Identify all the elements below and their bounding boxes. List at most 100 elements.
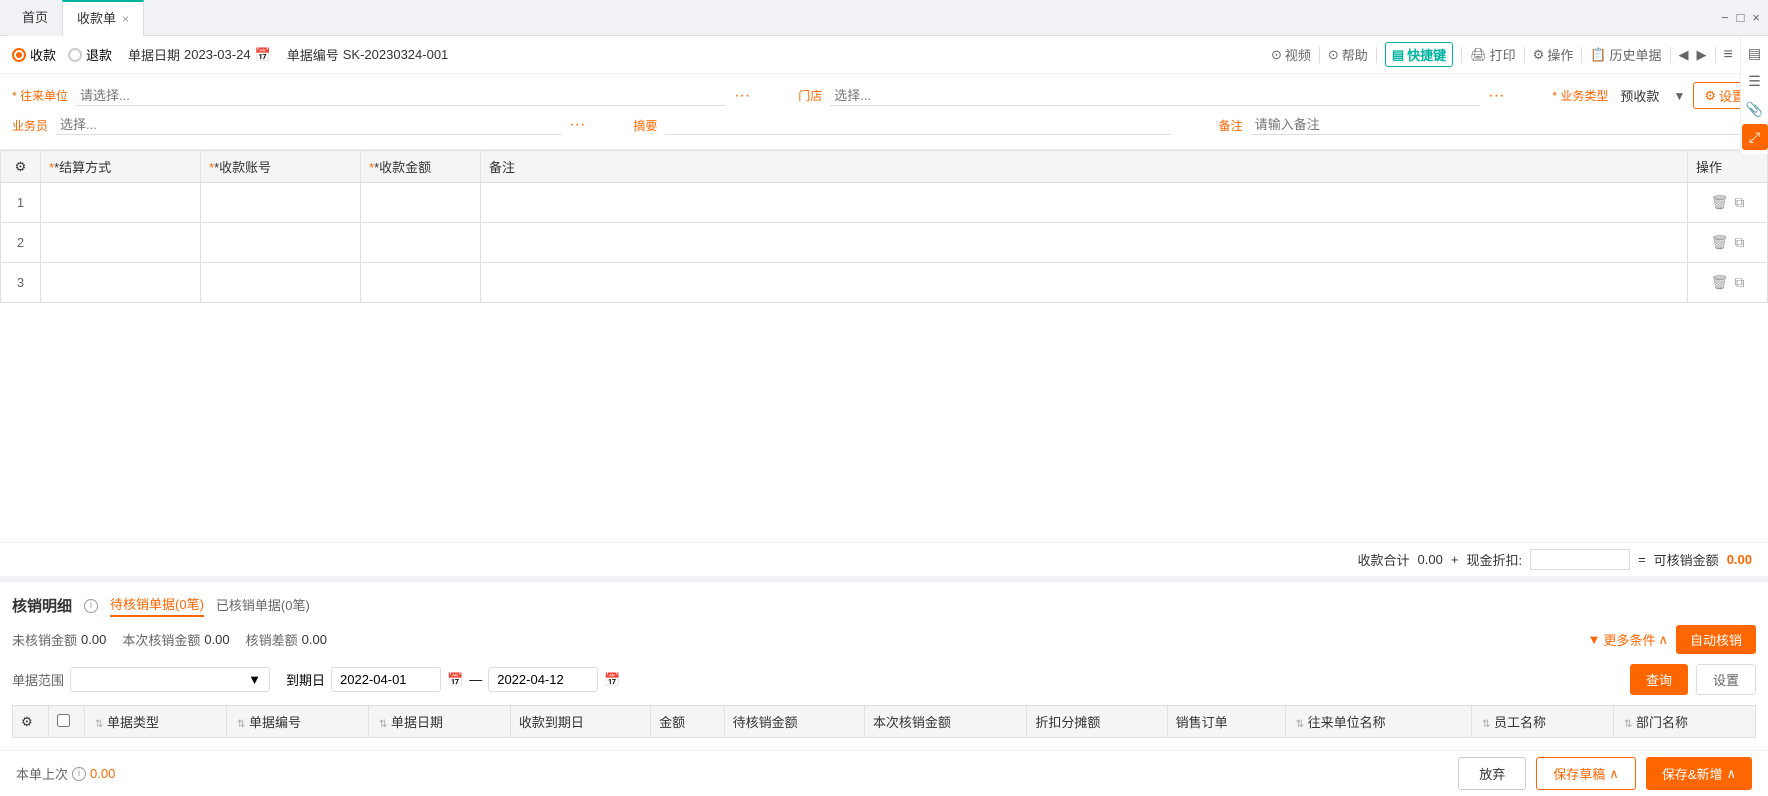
calendar-icon[interactable]: 📅 [255, 47, 271, 63]
store-label: 门店 [798, 87, 822, 104]
account-cell[interactable] [201, 183, 361, 223]
counterparty-input[interactable] [76, 86, 726, 106]
main-content: 收款 退款 单据日期 2023-03-24 📅 单据编号 SK-20230324… [0, 36, 1768, 796]
col-remark-th: 备注 [481, 151, 1688, 183]
staff-more-btn[interactable]: ··· [569, 116, 585, 134]
tab-receipt[interactable]: 收款单 × [62, 0, 144, 36]
net-label: 可核销金额 [1654, 550, 1719, 569]
shortcut-icon: ▤ [1392, 47, 1404, 63]
window-close-icon[interactable]: × [1752, 10, 1760, 25]
settings-icon: ⚙ [1704, 88, 1716, 104]
store-input[interactable] [830, 86, 1480, 106]
settlement-cell[interactable] [41, 263, 201, 303]
copy-row-icon[interactable]: ⧉ [1734, 234, 1744, 251]
shortcut-btn[interactable]: ▤ 快捷键 [1385, 42, 1453, 67]
remark-cell[interactable] [481, 223, 1688, 263]
history-icon: 📋 [1590, 47, 1606, 63]
settlement-cell[interactable] [41, 183, 201, 223]
query-btn[interactable]: 查询 [1630, 664, 1688, 695]
footer-info-icon[interactable]: i [72, 767, 86, 781]
remark-cell[interactable] [481, 183, 1688, 223]
amount-cell[interactable] [361, 263, 481, 303]
chevron-icon: ∧ [1658, 632, 1668, 648]
business-type-arrow[interactable]: ▼ [1673, 89, 1685, 103]
amount-cell[interactable] [361, 183, 481, 223]
unchecked-amount: 未核销金额 0.00 [12, 630, 106, 649]
operation-icon: ⚙ [1533, 47, 1545, 63]
sidebar-list-icon[interactable]: ☰ [1742, 68, 1768, 94]
account-cell[interactable] [201, 263, 361, 303]
sidebar-table-icon[interactable]: ▤ [1742, 40, 1768, 66]
select-all-checkbox[interactable] [57, 714, 70, 727]
remark-input[interactable] [1251, 115, 1756, 135]
footer-bar: 本单上次 i 0.00 放弃 保存草稿 ∧ 保存&新增 ∧ [0, 750, 1768, 796]
order-value: 0.00 [90, 766, 115, 781]
tab-close-icon[interactable]: × [122, 1, 129, 37]
history-btn[interactable]: 📋 历史单据 [1590, 45, 1661, 64]
tab-pending[interactable]: 待核销单据(0笔) [110, 594, 204, 617]
window-maximize-icon[interactable]: □ [1737, 10, 1745, 25]
radio-receipt[interactable]: 收款 [12, 45, 56, 64]
video-btn[interactable]: ⊙ 视频 [1271, 45, 1311, 64]
due-label: 到期日 [286, 670, 325, 689]
copy-row-icon[interactable]: ⧉ [1734, 274, 1744, 291]
action-cell: 🗑 ⧉ [1688, 263, 1768, 303]
delete-row-icon[interactable]: 🗑 [1711, 234, 1729, 251]
copy-row-icon[interactable]: ⧉ [1734, 194, 1744, 211]
counterparty-more-btn[interactable]: ··· [734, 87, 750, 105]
delete-row-icon[interactable]: 🗑 [1711, 274, 1729, 291]
date-range: 到期日 📅 — 📅 [286, 667, 620, 692]
store-more-btn[interactable]: ··· [1488, 87, 1504, 105]
settings-bottom-btn[interactable]: 设置 [1696, 664, 1756, 695]
staff-input[interactable] [56, 115, 561, 135]
amount-cell[interactable] [361, 223, 481, 263]
auto-write-off-btn[interactable]: 自动核销 [1676, 625, 1756, 654]
more-conditions-btn[interactable]: ▼ 更多条件 ∧ [1588, 630, 1668, 649]
right-sidebar: ▤ ☰ 📎 ⤢ [1740, 36, 1768, 154]
help-btn[interactable]: ⊙ 帮助 [1328, 45, 1368, 64]
operation-btn[interactable]: ⚙ 操作 [1533, 45, 1574, 64]
tab-home[interactable]: 首页 [8, 0, 62, 36]
bill-date-value[interactable]: 2023-03-24 [184, 47, 251, 62]
remark-cell[interactable] [481, 263, 1688, 303]
sidebar-expand-icon[interactable]: ⤢ [1742, 124, 1768, 150]
radio-refund[interactable]: 退款 [68, 45, 112, 64]
calendar-from-icon[interactable]: 📅 [447, 672, 463, 688]
diff-amount: 核销差额 0.00 [246, 630, 327, 649]
current-amount: 本次核销金额 0.00 [122, 630, 229, 649]
sidebar-clip-icon[interactable]: 📎 [1742, 96, 1768, 122]
save-new-btn[interactable]: 保存&新增 ∧ [1646, 757, 1752, 790]
net-value: 0.00 [1727, 552, 1752, 567]
list-view-icon[interactable]: ≡ [1724, 46, 1733, 64]
summary-input[interactable] [665, 115, 1170, 135]
col-settings-th[interactable]: ⚙ [1, 151, 41, 183]
discount-label: 现金折扣: [1466, 550, 1522, 569]
save-draft-arrow[interactable]: ∧ [1609, 766, 1619, 782]
discount-input[interactable] [1530, 549, 1630, 570]
radio-receipt-label: 收款 [30, 45, 56, 64]
tab-bar: 首页 收款单 × − □ × [0, 0, 1768, 36]
divider [1670, 47, 1671, 63]
save-new-arrow[interactable]: ∧ [1726, 766, 1736, 782]
nav-next-icon[interactable]: ▶ [1697, 47, 1707, 63]
info-circle-icon[interactable]: i [84, 599, 98, 613]
radio-receipt-dot [12, 48, 26, 62]
nav-prev-icon[interactable]: ◀ [1679, 47, 1689, 63]
delete-row-icon[interactable]: 🗑 [1711, 194, 1729, 211]
date-to-input[interactable] [488, 667, 598, 692]
print-btn[interactable]: 🖨 打印 [1470, 45, 1516, 64]
divider [1319, 47, 1320, 63]
abandon-btn[interactable]: 放弃 [1458, 757, 1526, 790]
range-field: 单据范围 ▼ [12, 667, 270, 692]
date-from-input[interactable] [331, 667, 441, 692]
settlement-cell[interactable] [41, 223, 201, 263]
col-settings-bottom-th[interactable]: ⚙ [13, 706, 49, 738]
col-account-th: **收款账号 [201, 151, 361, 183]
save-draft-btn[interactable]: 保存草稿 ∧ [1536, 757, 1636, 790]
calendar-to-icon[interactable]: 📅 [604, 672, 620, 688]
range-select[interactable]: ▼ [70, 667, 270, 692]
tab-done[interactable]: 已核销单据(0笔) [216, 595, 310, 616]
divider [1461, 47, 1462, 63]
window-minimize-icon[interactable]: − [1721, 10, 1729, 25]
account-cell[interactable] [201, 223, 361, 263]
